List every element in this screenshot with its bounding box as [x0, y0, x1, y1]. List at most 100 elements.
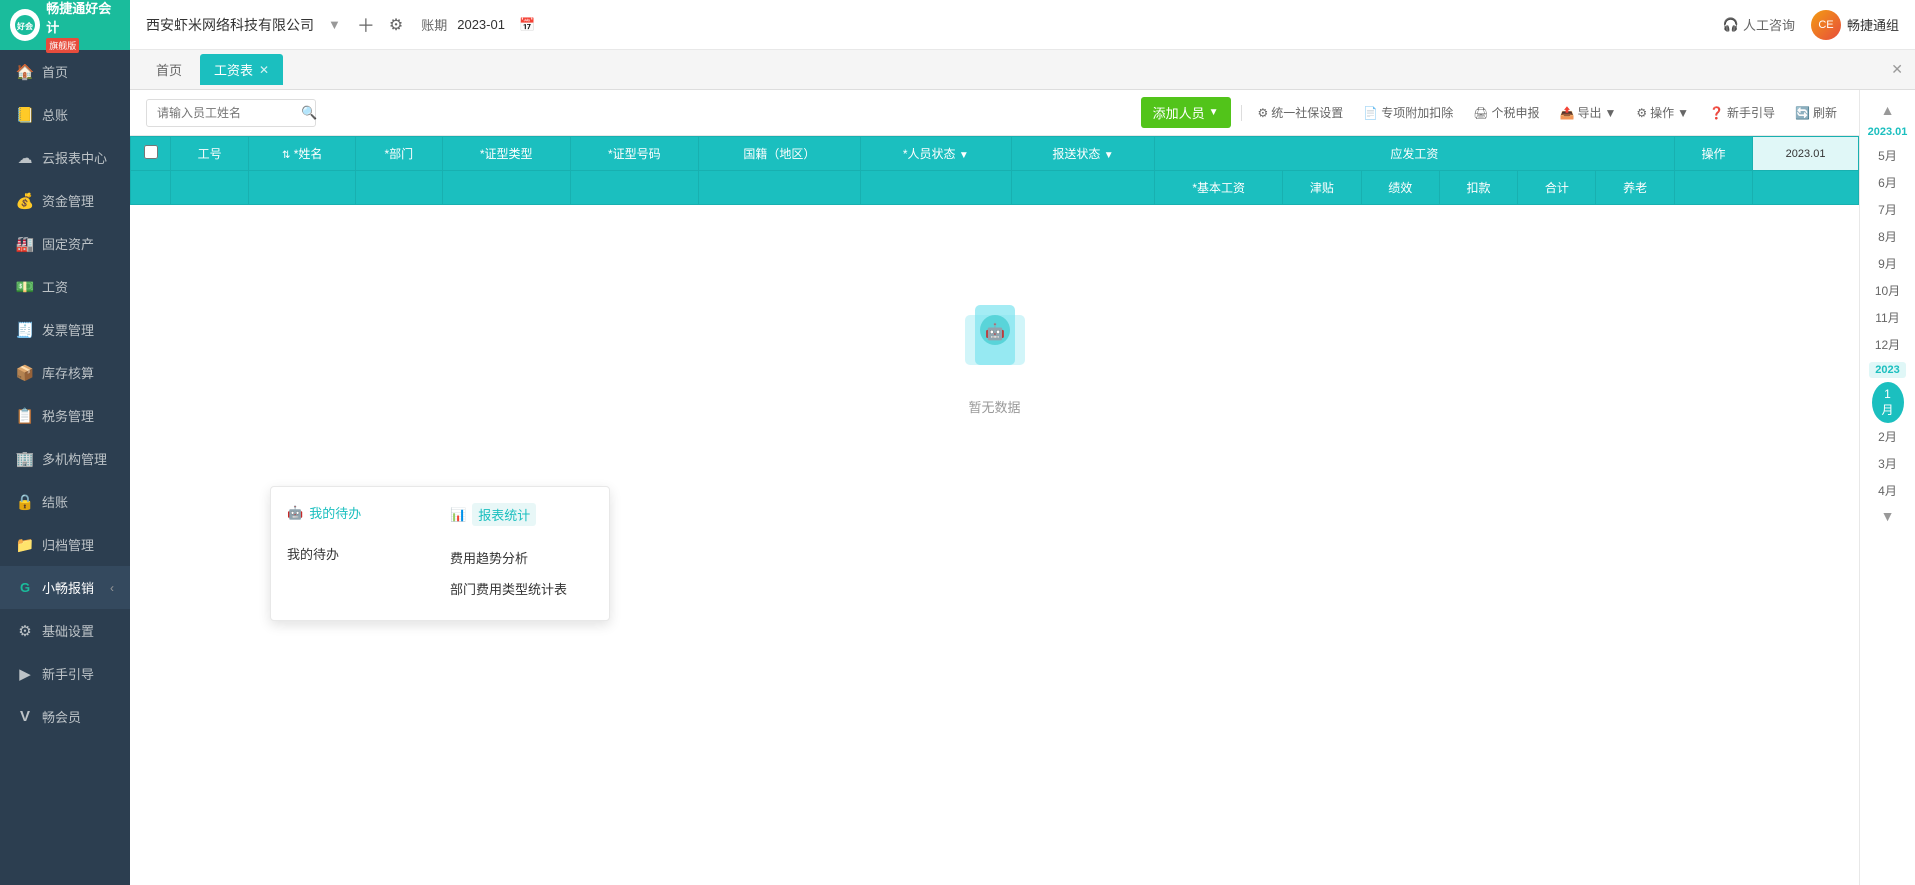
special-deduct-button[interactable]: 📄 专项附加扣除: [1357, 100, 1459, 125]
calendar-icon[interactable]: 📅: [519, 17, 535, 33]
user-info[interactable]: CE 畅捷通组: [1811, 10, 1899, 40]
company-name: 西安虾米网络科技有限公司: [146, 15, 314, 35]
th2-report-status: [1011, 171, 1154, 205]
sidebar-item-salary[interactable]: 💵 工资: [0, 265, 130, 308]
tab-salary-label: 工资表: [214, 60, 253, 79]
sidebar: 好会 畅捷通好会计 旗舰版 🏠 首页 📒 总账 ☁ 云报表中心 💰: [0, 0, 130, 885]
th2-id-type: [442, 171, 570, 205]
tab-close-button[interactable]: ✕: [259, 63, 269, 77]
th-checkbox: [131, 137, 171, 171]
company-dropdown-arrow[interactable]: ▼: [328, 17, 341, 32]
month-6[interactable]: 6月: [1860, 169, 1915, 196]
salary-table: 工号 ⇅ *姓名 *部门 *证型类型 *证型号码 国籍（地区） *人员状态: [130, 136, 1859, 205]
social-security-button[interactable]: ⚙ 统一社保设置: [1252, 100, 1350, 125]
sidebar-item-home[interactable]: 🏠 首页: [0, 50, 130, 93]
export-button[interactable]: 📤 导出 ▼: [1554, 100, 1623, 125]
popup-item-cost-trend[interactable]: 费用趋势分析: [450, 542, 593, 573]
month-3[interactable]: 3月: [1860, 450, 1915, 477]
th2-pension: 养老: [1596, 171, 1674, 205]
export-icon: 📤: [1560, 106, 1575, 120]
sidebar-item-close[interactable]: 🔒 结账: [0, 480, 130, 523]
close-account-icon: 🔒: [16, 493, 34, 511]
member-icon: V: [16, 708, 34, 726]
month-12[interactable]: 12月: [1860, 331, 1915, 358]
year-label: 2023.01: [1868, 126, 1908, 138]
tab-home[interactable]: 首页: [142, 54, 196, 85]
svg-text:好会: 好会: [16, 21, 33, 31]
th-status-filter-icon[interactable]: ▼: [959, 150, 969, 161]
month-4[interactable]: 4月: [1860, 477, 1915, 504]
sidebar-item-cloud-report[interactable]: ☁ 云报表中心: [0, 136, 130, 179]
sidebar-item-basic[interactable]: ⚙ 基础设置: [0, 609, 130, 652]
th2-operation: [1674, 171, 1752, 205]
sidebar-item-xiaochang[interactable]: G 小畅报销 ‹: [0, 566, 130, 609]
month-1[interactable]: 1月: [1872, 382, 1904, 423]
main-content: 西安虾米网络科技有限公司 ▼ ＋ ⚙ 账期 2023-01 📅 🎧 人工咨询 C…: [130, 0, 1915, 885]
popup-item-dept-cost[interactable]: 部门费用类型统计表: [450, 573, 593, 604]
settings-button[interactable]: ⚙: [389, 15, 403, 35]
toolbar-divider-1: [1241, 105, 1242, 121]
popup-report-label: 报表统计: [472, 503, 536, 526]
guide-icon: ❓: [1709, 106, 1724, 120]
sidebar-label-xiaochang: 小畅报销: [42, 578, 94, 597]
tab-salary-table[interactable]: 工资表 ✕: [200, 54, 283, 85]
user-avatar: CE: [1811, 10, 1841, 40]
sidebar-item-tax[interactable]: 📋 税务管理: [0, 394, 130, 437]
sidebar-label-inventory: 库存核算: [42, 363, 94, 382]
guide-button[interactable]: ❓ 新手引导: [1703, 100, 1781, 125]
sidebar-item-archive[interactable]: 📁 归档管理: [0, 523, 130, 566]
popup-item-todo[interactable]: 我的待办: [287, 538, 430, 569]
sidebar-item-invoice[interactable]: 🧾 发票管理: [0, 308, 130, 351]
sidebar-item-fund[interactable]: 💰 资金管理: [0, 179, 130, 222]
month-7[interactable]: 7月: [1860, 196, 1915, 223]
logo-icon: 好会: [10, 9, 40, 41]
sidebar-item-ledger[interactable]: 📒 总账: [0, 93, 130, 136]
tab-close-all-button[interactable]: ✕: [1891, 61, 1903, 77]
select-all-checkbox[interactable]: [144, 145, 158, 159]
support-button[interactable]: 🎧 人工咨询: [1723, 15, 1795, 34]
th2-bonus: 绩效: [1361, 171, 1439, 205]
search-icon[interactable]: 🔍: [301, 105, 317, 121]
right-panel: ▲ 2023.01 5月 6月 7月 8月 9月 10月 11月 12月 202…: [1859, 90, 1915, 885]
month-9[interactable]: 9月: [1860, 250, 1915, 277]
chevron-icon: ‹: [110, 581, 114, 595]
search-input[interactable]: [157, 106, 297, 120]
th2-deduction: 扣款: [1439, 171, 1517, 205]
sidebar-label-tax: 税务管理: [42, 406, 94, 425]
th-report-filter-icon[interactable]: ▼: [1104, 150, 1114, 161]
popup-columns: 🤖 我的待办 我的待办 📊 报表统计 费用趋势分析: [287, 503, 593, 604]
month-2[interactable]: 2月: [1860, 423, 1915, 450]
sidebar-item-inventory[interactable]: 📦 库存核算: [0, 351, 130, 394]
operation-button[interactable]: ⚙ 操作 ▼: [1630, 100, 1695, 125]
sidebar-item-multi-org[interactable]: 🏢 多机构管理: [0, 437, 130, 480]
sidebar-item-fixed-assets[interactable]: 🏭 固定资产: [0, 222, 130, 265]
month-10[interactable]: 10月: [1860, 277, 1915, 304]
add-person-button[interactable]: 添加人员 ▼: [1141, 97, 1231, 128]
add-person-label: 添加人员: [1153, 103, 1205, 122]
toolbar-right: 添加人员 ▼ ⚙ 统一社保设置 📄 专项附加扣除: [1141, 97, 1843, 128]
month-5[interactable]: 5月: [1860, 142, 1915, 169]
tax-report-button[interactable]: 🖨 个税申报: [1467, 100, 1545, 125]
basic-icon: ⚙: [16, 622, 34, 640]
export-dropdown-icon: ▼: [1605, 106, 1617, 120]
logo-title: 畅捷通好会计: [46, 0, 120, 36]
sidebar-label-member: 畅会员: [42, 707, 81, 726]
th-employee-id: 工号: [171, 137, 249, 171]
th2-name: [249, 171, 356, 205]
sidebar-label-guide: 新手引导: [42, 664, 94, 683]
th-report-status: 报送状态 ▼: [1011, 137, 1154, 171]
right-panel-down[interactable]: ▼: [1877, 504, 1899, 528]
sidebar-item-guide[interactable]: ▶ 新手引导: [0, 652, 130, 695]
refresh-button[interactable]: 🔄 刷新: [1789, 100, 1843, 125]
th2-employee-id: [171, 171, 249, 205]
sidebar-item-member[interactable]: V 畅会员: [0, 695, 130, 738]
month-11[interactable]: 11月: [1860, 304, 1915, 331]
month-8[interactable]: 8月: [1860, 223, 1915, 250]
th2-country: [698, 171, 860, 205]
export-label: 导出: [1577, 104, 1601, 121]
th-country: 国籍（地区）: [698, 137, 860, 171]
right-panel-up[interactable]: ▲: [1877, 98, 1899, 122]
th-id-type: *证型类型: [442, 137, 570, 171]
add-company-button[interactable]: ＋: [357, 12, 375, 38]
tab-home-label: 首页: [156, 63, 182, 78]
